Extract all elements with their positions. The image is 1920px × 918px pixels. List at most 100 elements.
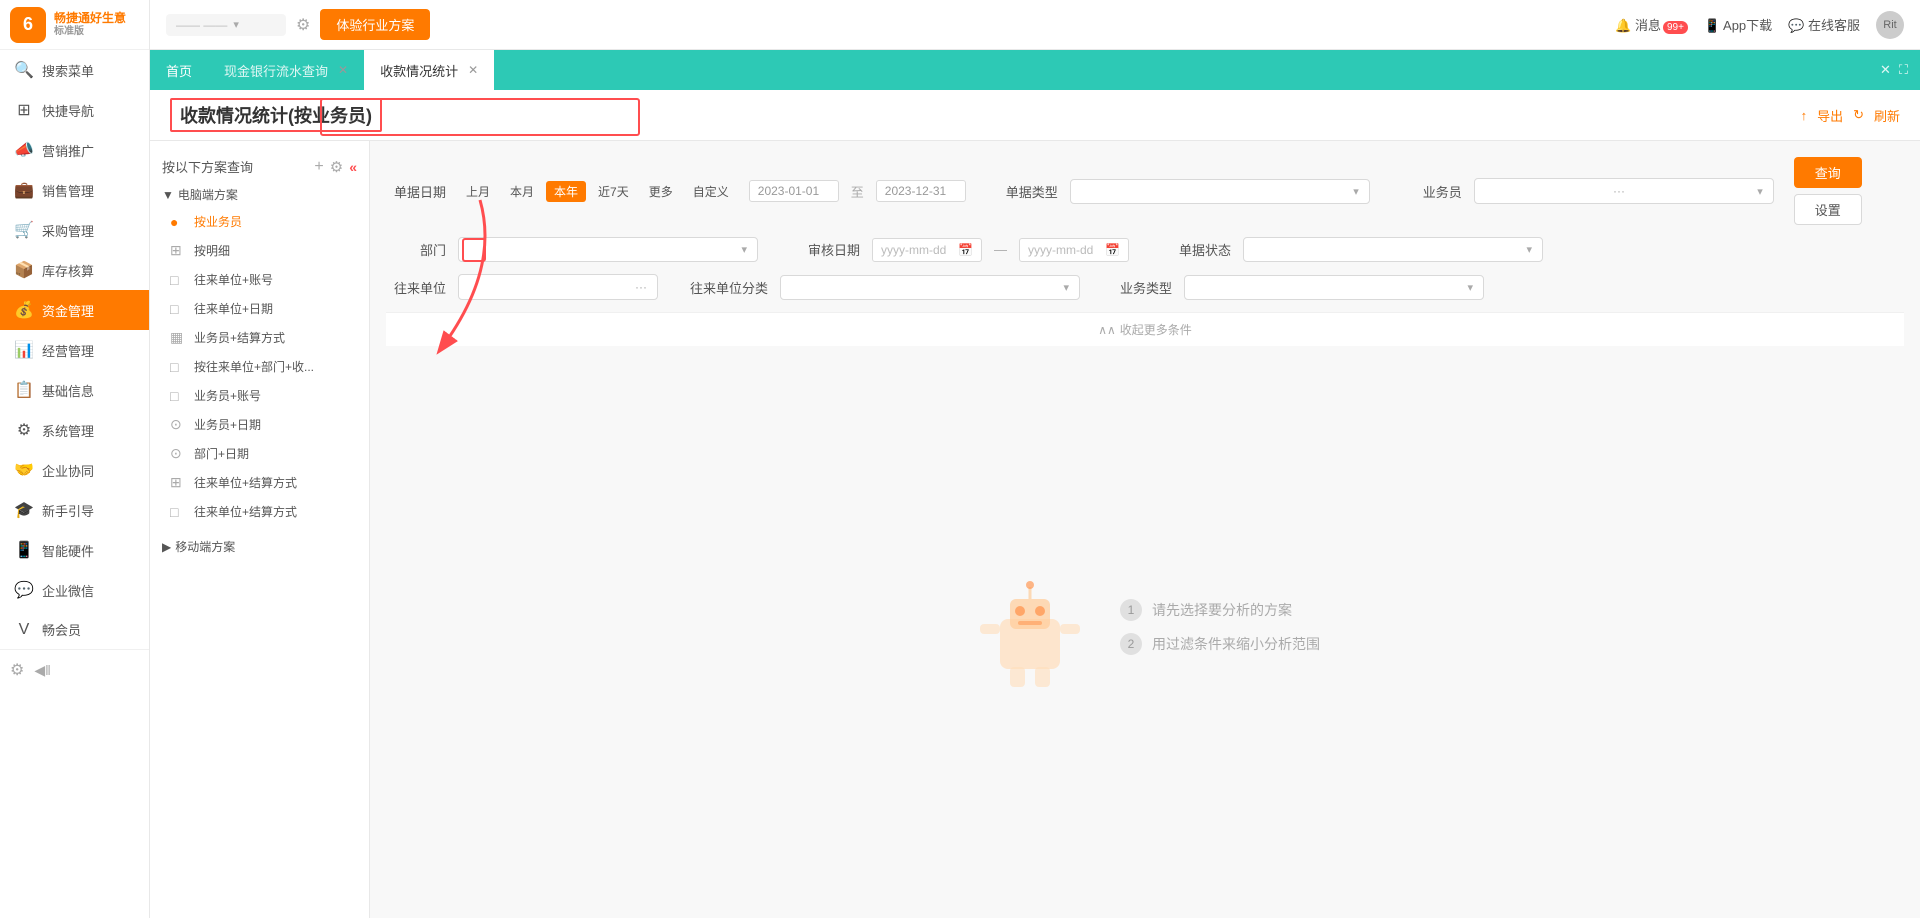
- dept-select[interactable]: ▾: [458, 237, 758, 262]
- sidebar-item-quick-nav[interactable]: ⊞ 快捷导航: [0, 90, 149, 130]
- member-icon: V: [14, 621, 34, 639]
- date-to-input[interactable]: 2023-12-31: [876, 180, 966, 202]
- sidebar-item-purchase[interactable]: 🛒 采购管理: [0, 210, 149, 250]
- partner-type-label: 往来单位分类: [690, 278, 768, 297]
- sidebar-item-search[interactable]: 🔍 搜索菜单: [0, 50, 149, 90]
- scheme-item-salesman-date[interactable]: ⊙ 业务员+日期: [150, 410, 369, 439]
- scheme-item-by-detail[interactable]: ⊞ 按明细: [150, 236, 369, 265]
- collapse-filters-btn[interactable]: ∧∧ 收起更多条件: [386, 312, 1904, 346]
- scheme-icon-unit-account: □: [170, 272, 188, 288]
- group-collapse-icon: ▼: [162, 188, 174, 202]
- empty-step-2: 2 用过滤条件来缩小分析范围: [1120, 633, 1320, 655]
- date-separator: 至: [851, 182, 864, 201]
- user-avatar[interactable]: Rit: [1876, 11, 1904, 39]
- query-btn[interactable]: 查询: [1794, 157, 1862, 188]
- scheme-settings-btn[interactable]: ⚙: [330, 158, 343, 176]
- scheme-collapse-btn[interactable]: «: [349, 159, 357, 175]
- date-group: 上月 本月 本年 近7天 更多 自定义: [458, 181, 737, 202]
- enterprise-icon: 🤝: [14, 460, 34, 480]
- sidebar-item-member[interactable]: V 畅会员: [0, 610, 149, 649]
- calendar-icon-2[interactable]: 📅: [1105, 243, 1120, 257]
- salesman-label: 业务员: [1402, 182, 1462, 201]
- trial-btn[interactable]: 体验行业方案: [320, 9, 430, 40]
- tab-home[interactable]: 首页: [150, 50, 208, 90]
- scheme-item-unit-settle2[interactable]: □ 往来单位+结算方式: [150, 497, 369, 526]
- sidebar-item-system[interactable]: ⚙ 系统管理: [0, 410, 149, 450]
- collapse-sidebar-icon[interactable]: ◀‖: [34, 662, 51, 679]
- date-btn-this-year[interactable]: 本年: [546, 181, 586, 202]
- date-btn-7days[interactable]: 近7天: [590, 181, 637, 202]
- app-download-link[interactable]: 📱 App下载: [1704, 15, 1772, 34]
- sidebar-item-inventory[interactable]: 📦 库存核算: [0, 250, 149, 290]
- scheme-item-unit-dept[interactable]: □ 按往来单位+部门+收...: [150, 352, 369, 381]
- page-title: 收款情况统计(按业务员): [170, 98, 382, 132]
- date-btn-last-month[interactable]: 上月: [458, 181, 498, 202]
- empty-robot-icon: [970, 579, 1090, 699]
- refresh-btn[interactable]: 刷新: [1874, 106, 1900, 125]
- message-icon[interactable]: 🔔 消息99+: [1615, 15, 1688, 34]
- scheme-item-dept-date[interactable]: ⊙ 部门+日期: [150, 439, 369, 468]
- date-btn-custom[interactable]: 自定义: [685, 181, 737, 202]
- system-icon: ⚙: [14, 420, 34, 440]
- tab-collection-stats-close[interactable]: ✕: [468, 63, 478, 77]
- window-close-icon[interactable]: ✕: [1880, 62, 1891, 78]
- window-expand-icon[interactable]: ⛶: [1899, 62, 1908, 78]
- scheme-item-salesman-settle[interactable]: ▦ 业务员+结算方式: [150, 323, 369, 352]
- sidebar-item-wechat[interactable]: 💬 企业微信: [0, 570, 149, 610]
- biz-type-select[interactable]: ▾: [1184, 275, 1484, 300]
- add-scheme-btn[interactable]: +: [314, 158, 323, 176]
- scheme-item-unit-date[interactable]: □ 往来单位+日期: [150, 294, 369, 323]
- sidebar-item-capital[interactable]: 💰 资金管理: [0, 290, 149, 330]
- scheme-icon-unit-date: □: [170, 301, 188, 317]
- doc-status-select[interactable]: ▾: [1243, 237, 1543, 262]
- settings-gear-icon[interactable]: ⚙: [296, 15, 310, 35]
- salesman-more-btn[interactable]: ···: [1613, 184, 1625, 198]
- doc-type-select[interactable]: ▾: [1070, 179, 1370, 204]
- capital-icon: 💰: [14, 300, 34, 320]
- date-btn-more[interactable]: 更多: [641, 181, 681, 202]
- export-btn[interactable]: 导出: [1817, 106, 1843, 125]
- partner-type-select[interactable]: ▾: [780, 275, 1080, 300]
- date-btn-this-month[interactable]: 本月: [502, 181, 542, 202]
- partner-more-btn[interactable]: ···: [635, 280, 647, 294]
- step-num-2: 2: [1120, 633, 1142, 655]
- sidebar-item-hardware[interactable]: 📱 智能硬件: [0, 530, 149, 570]
- online-service-link[interactable]: 💬 在线客服: [1788, 15, 1860, 34]
- settings-icon[interactable]: ⚙: [10, 660, 24, 680]
- hardware-icon: 📱: [14, 540, 34, 560]
- scheme-item-by-salesman[interactable]: ● 按业务员: [150, 207, 369, 236]
- scheme-item-unit-settle1[interactable]: ⊞ 往来单位+结算方式: [150, 468, 369, 497]
- breadcrumb[interactable]: —— —— ▾: [166, 14, 286, 36]
- tab-bank-flow[interactable]: 现金银行流水查询 ✕: [208, 50, 364, 90]
- calendar-icon[interactable]: 📅: [958, 243, 973, 257]
- salesman-select[interactable]: ··· ▾: [1474, 178, 1774, 204]
- scheme-icon-salesman-account: □: [170, 388, 188, 404]
- audit-date-from[interactable]: yyyy-mm-dd 📅: [872, 238, 982, 262]
- sidebar-item-basic[interactable]: 📋 基础信息: [0, 370, 149, 410]
- sidebar-item-sales[interactable]: 💼 销售管理: [0, 170, 149, 210]
- filter-panel: 单据日期 上月 本月 本年 近7天 更多 自定义 2023-01-01 至 20…: [370, 141, 1920, 362]
- scheme-item-unit-account[interactable]: □ 往来单位+账号: [150, 265, 369, 294]
- tab-bank-flow-close[interactable]: ✕: [338, 63, 348, 77]
- sidebar: 6 畅捷通好生意 标准版 🔍 搜索菜单 ⊞ 快捷导航 📣 营销推广 💼 销售管理…: [0, 0, 150, 918]
- desktop-group[interactable]: ▼ 电脑端方案: [150, 182, 369, 207]
- settings-btn[interactable]: 设置: [1794, 194, 1862, 225]
- scheme-icon-salesman-date: ⊙: [170, 416, 188, 433]
- partner-input[interactable]: ···: [458, 274, 658, 300]
- audit-date-to[interactable]: yyyy-mm-dd 📅: [1019, 238, 1129, 262]
- mobile-group[interactable]: ▶ 移动端方案: [150, 534, 369, 559]
- scheme-icon-detail: ⊞: [170, 242, 188, 259]
- scheme-icon-dept-date: ⊙: [170, 445, 188, 462]
- tab-collection-stats[interactable]: 收款情况统计 ✕: [364, 50, 494, 90]
- date-from-input[interactable]: 2023-01-01: [749, 180, 839, 202]
- sidebar-item-guide[interactable]: 🎓 新手引导: [0, 490, 149, 530]
- filter-row-2: 部门 ▾ 审核日期 yyyy-mm-dd 📅 — yyyy-mm-dd 📅: [386, 237, 1904, 262]
- sidebar-item-operations[interactable]: 📊 经营管理: [0, 330, 149, 370]
- scheme-icon-unit-dept: □: [170, 359, 188, 375]
- doc-status-label: 单据状态: [1161, 240, 1231, 259]
- scheme-item-salesman-account[interactable]: □ 业务员+账号: [150, 381, 369, 410]
- sidebar-item-marketing[interactable]: 📣 营销推广: [0, 130, 149, 170]
- empty-step-1: 1 请先选择要分析的方案: [1120, 599, 1320, 621]
- sidebar-item-enterprise[interactable]: 🤝 企业协同: [0, 450, 149, 490]
- scheme-icon-salesman: ●: [170, 214, 188, 230]
